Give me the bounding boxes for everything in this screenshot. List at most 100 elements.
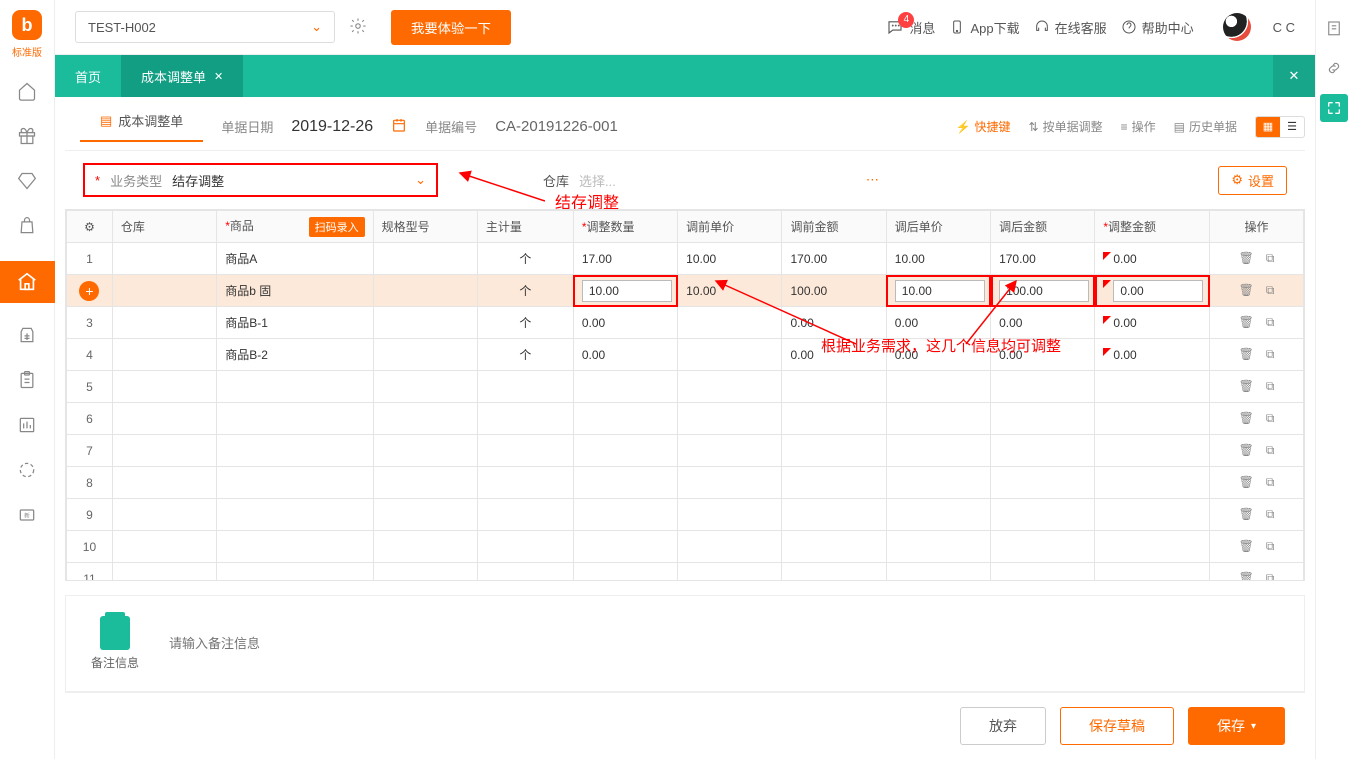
home-icon[interactable] (17, 81, 37, 104)
calendar-icon[interactable] (391, 117, 407, 136)
delete-icon[interactable]: 🗑 (1239, 347, 1254, 362)
table-row[interactable]: 9🗑⧉ (67, 499, 1304, 531)
post-amount-input[interactable]: 100.00 (999, 280, 1089, 302)
topbar: TEST-H002 ⌄ 我要体验一下 4 消息 App下载 在线客服 帮助中心 … (55, 0, 1315, 55)
delete-icon[interactable]: 🗑 (1239, 251, 1254, 266)
warehouse-select[interactable]: 选择... (579, 171, 616, 190)
tab-home[interactable]: 首页 (55, 55, 121, 97)
gear-icon[interactable] (349, 17, 367, 38)
copy-icon[interactable]: ⧉ (1266, 251, 1275, 266)
document-icon: ▤ (100, 113, 112, 129)
service-link[interactable]: 在线客服 (1034, 18, 1107, 37)
chevron-down-icon: ⌄ (415, 172, 426, 188)
app-download-link[interactable]: App下载 (949, 18, 1019, 37)
avatar[interactable] (1223, 13, 1251, 41)
experience-button[interactable]: 我要体验一下 (391, 10, 511, 45)
table-row[interactable]: 4商品B-2个0.000.000.000.000.00🗑⧉ (67, 339, 1304, 371)
save-button[interactable]: 保存▾ (1188, 707, 1285, 745)
more-icon[interactable]: ⋯ (866, 172, 879, 188)
report-icon[interactable] (17, 415, 37, 438)
remarks-label: 备注信息 (91, 654, 139, 671)
delete-icon[interactable]: 🗑 (1239, 475, 1254, 490)
table-row[interactable]: +商品b 固个10.0010.00100.0010.00100.000.00🗑⧉ (67, 275, 1304, 307)
tabs-bar: 首页 成本调整单✕ ✕ (55, 55, 1315, 97)
diamond-icon[interactable] (17, 171, 37, 194)
sidebar-left: b 标准版 新 (0, 0, 55, 759)
table-row[interactable]: 8🗑⧉ (67, 467, 1304, 499)
new-icon[interactable]: 新 (17, 505, 37, 528)
gear-column-icon[interactable]: ⚙ (67, 211, 113, 243)
logo: b (12, 10, 42, 40)
discard-button[interactable]: 放弃 (960, 707, 1046, 745)
copy-icon[interactable]: ⧉ (1266, 539, 1275, 554)
shortcut-link[interactable]: ⚡快捷键 (956, 118, 1011, 135)
save-draft-button[interactable]: 保存草稿 (1060, 707, 1174, 745)
copy-icon[interactable]: ⧉ (1266, 315, 1275, 330)
note-icon[interactable] (1320, 14, 1348, 42)
doc-header: ▤ 成本调整单 单据日期 2019-12-26 单据编号 CA-20191226… (65, 103, 1305, 151)
org-select[interactable]: TEST-H002 ⌄ (75, 11, 335, 43)
data-table: 根据业务需求，这几个信息均可调整 ⚙ 仓库 *商品扫码录入 规格型号 主计量 (65, 209, 1305, 581)
qty-input[interactable]: 10.00 (582, 280, 672, 302)
date-value[interactable]: 2019-12-26 (291, 118, 373, 136)
delete-icon[interactable]: 🗑 (1239, 507, 1254, 522)
chevron-down-icon: ▾ (1251, 721, 1256, 732)
table-row[interactable]: 10🗑⧉ (67, 531, 1304, 563)
doc-no: CA-20191226-001 (495, 118, 618, 135)
house-icon[interactable] (0, 261, 55, 303)
add-row-icon[interactable]: + (79, 281, 99, 301)
table-row[interactable]: 11🗑⧉ (67, 563, 1304, 582)
gift-icon[interactable] (17, 126, 37, 149)
settings-button[interactable]: ⚙设置 (1218, 166, 1287, 195)
copy-icon[interactable]: ⧉ (1266, 379, 1275, 394)
delete-icon[interactable]: 🗑 (1239, 411, 1254, 426)
copy-icon[interactable]: ⧉ (1266, 443, 1275, 458)
copy-icon[interactable]: ⧉ (1266, 347, 1275, 362)
table-row[interactable]: 7🗑⧉ (67, 435, 1304, 467)
scan-button[interactable]: 扫码录入 (309, 217, 365, 237)
copy-icon[interactable]: ⧉ (1266, 411, 1275, 426)
clipboard-icon[interactable] (17, 370, 37, 393)
delete-icon[interactable]: 🗑 (1239, 443, 1254, 458)
user-name: C C (1273, 20, 1295, 35)
expand-icon[interactable] (1320, 94, 1348, 122)
link-icon[interactable] (1320, 54, 1348, 82)
delete-icon[interactable]: 🗑 (1239, 571, 1254, 581)
logo-label: 标准版 (12, 44, 42, 59)
view-toggle[interactable]: ▦☰ (1255, 116, 1305, 138)
table-row[interactable]: 6🗑⧉ (67, 403, 1304, 435)
doc-tab[interactable]: ▤ 成本调整单 (80, 111, 203, 142)
delete-icon[interactable]: 🗑 (1239, 379, 1254, 394)
delete-icon[interactable]: 🗑 (1239, 539, 1254, 554)
money-icon[interactable] (17, 325, 37, 348)
help-link[interactable]: 帮助中心 (1121, 18, 1194, 37)
footer: 放弃 保存草稿 保存▾ (65, 692, 1305, 759)
delete-icon[interactable]: 🗑 (1239, 315, 1254, 330)
close-all-icon[interactable]: ✕ (1273, 55, 1315, 97)
business-type-select[interactable]: * 业务类型 结存调整 ⌄ (83, 163, 438, 197)
copy-icon[interactable]: ⧉ (1266, 283, 1275, 298)
org-name: TEST-H002 (88, 20, 156, 35)
loading-icon[interactable] (17, 460, 37, 483)
table-row[interactable]: 5🗑⧉ (67, 371, 1304, 403)
svg-text:新: 新 (24, 512, 30, 520)
copy-icon[interactable]: ⧉ (1266, 507, 1275, 522)
tab-cost-adjust[interactable]: 成本调整单✕ (121, 55, 243, 97)
post-price-input[interactable]: 10.00 (895, 280, 985, 302)
copy-icon[interactable]: ⧉ (1266, 475, 1275, 490)
messages-link[interactable]: 4 消息 (886, 18, 935, 37)
ops-link[interactable]: ≡操作 (1121, 118, 1156, 135)
by-order-link[interactable]: ⇅按单据调整 (1029, 118, 1103, 135)
adj-amount-input[interactable]: 0.00 (1113, 280, 1203, 302)
no-label: 单据编号 (425, 117, 477, 136)
table-row[interactable]: 1商品A个17.0010.00170.0010.00170.000.00🗑⧉ (67, 243, 1304, 275)
close-icon[interactable]: ✕ (214, 70, 223, 83)
table-row[interactable]: 3商品B-1个0.000.000.000.000.00🗑⧉ (67, 307, 1304, 339)
history-link[interactable]: ▤历史单据 (1174, 118, 1237, 135)
bag-icon[interactable] (17, 216, 37, 239)
delete-icon[interactable]: 🗑 (1239, 283, 1254, 298)
remarks-input[interactable] (169, 636, 1279, 651)
remarks-section: 备注信息 (65, 595, 1305, 692)
copy-icon[interactable]: ⧉ (1266, 571, 1275, 581)
notepad-icon (100, 616, 130, 650)
